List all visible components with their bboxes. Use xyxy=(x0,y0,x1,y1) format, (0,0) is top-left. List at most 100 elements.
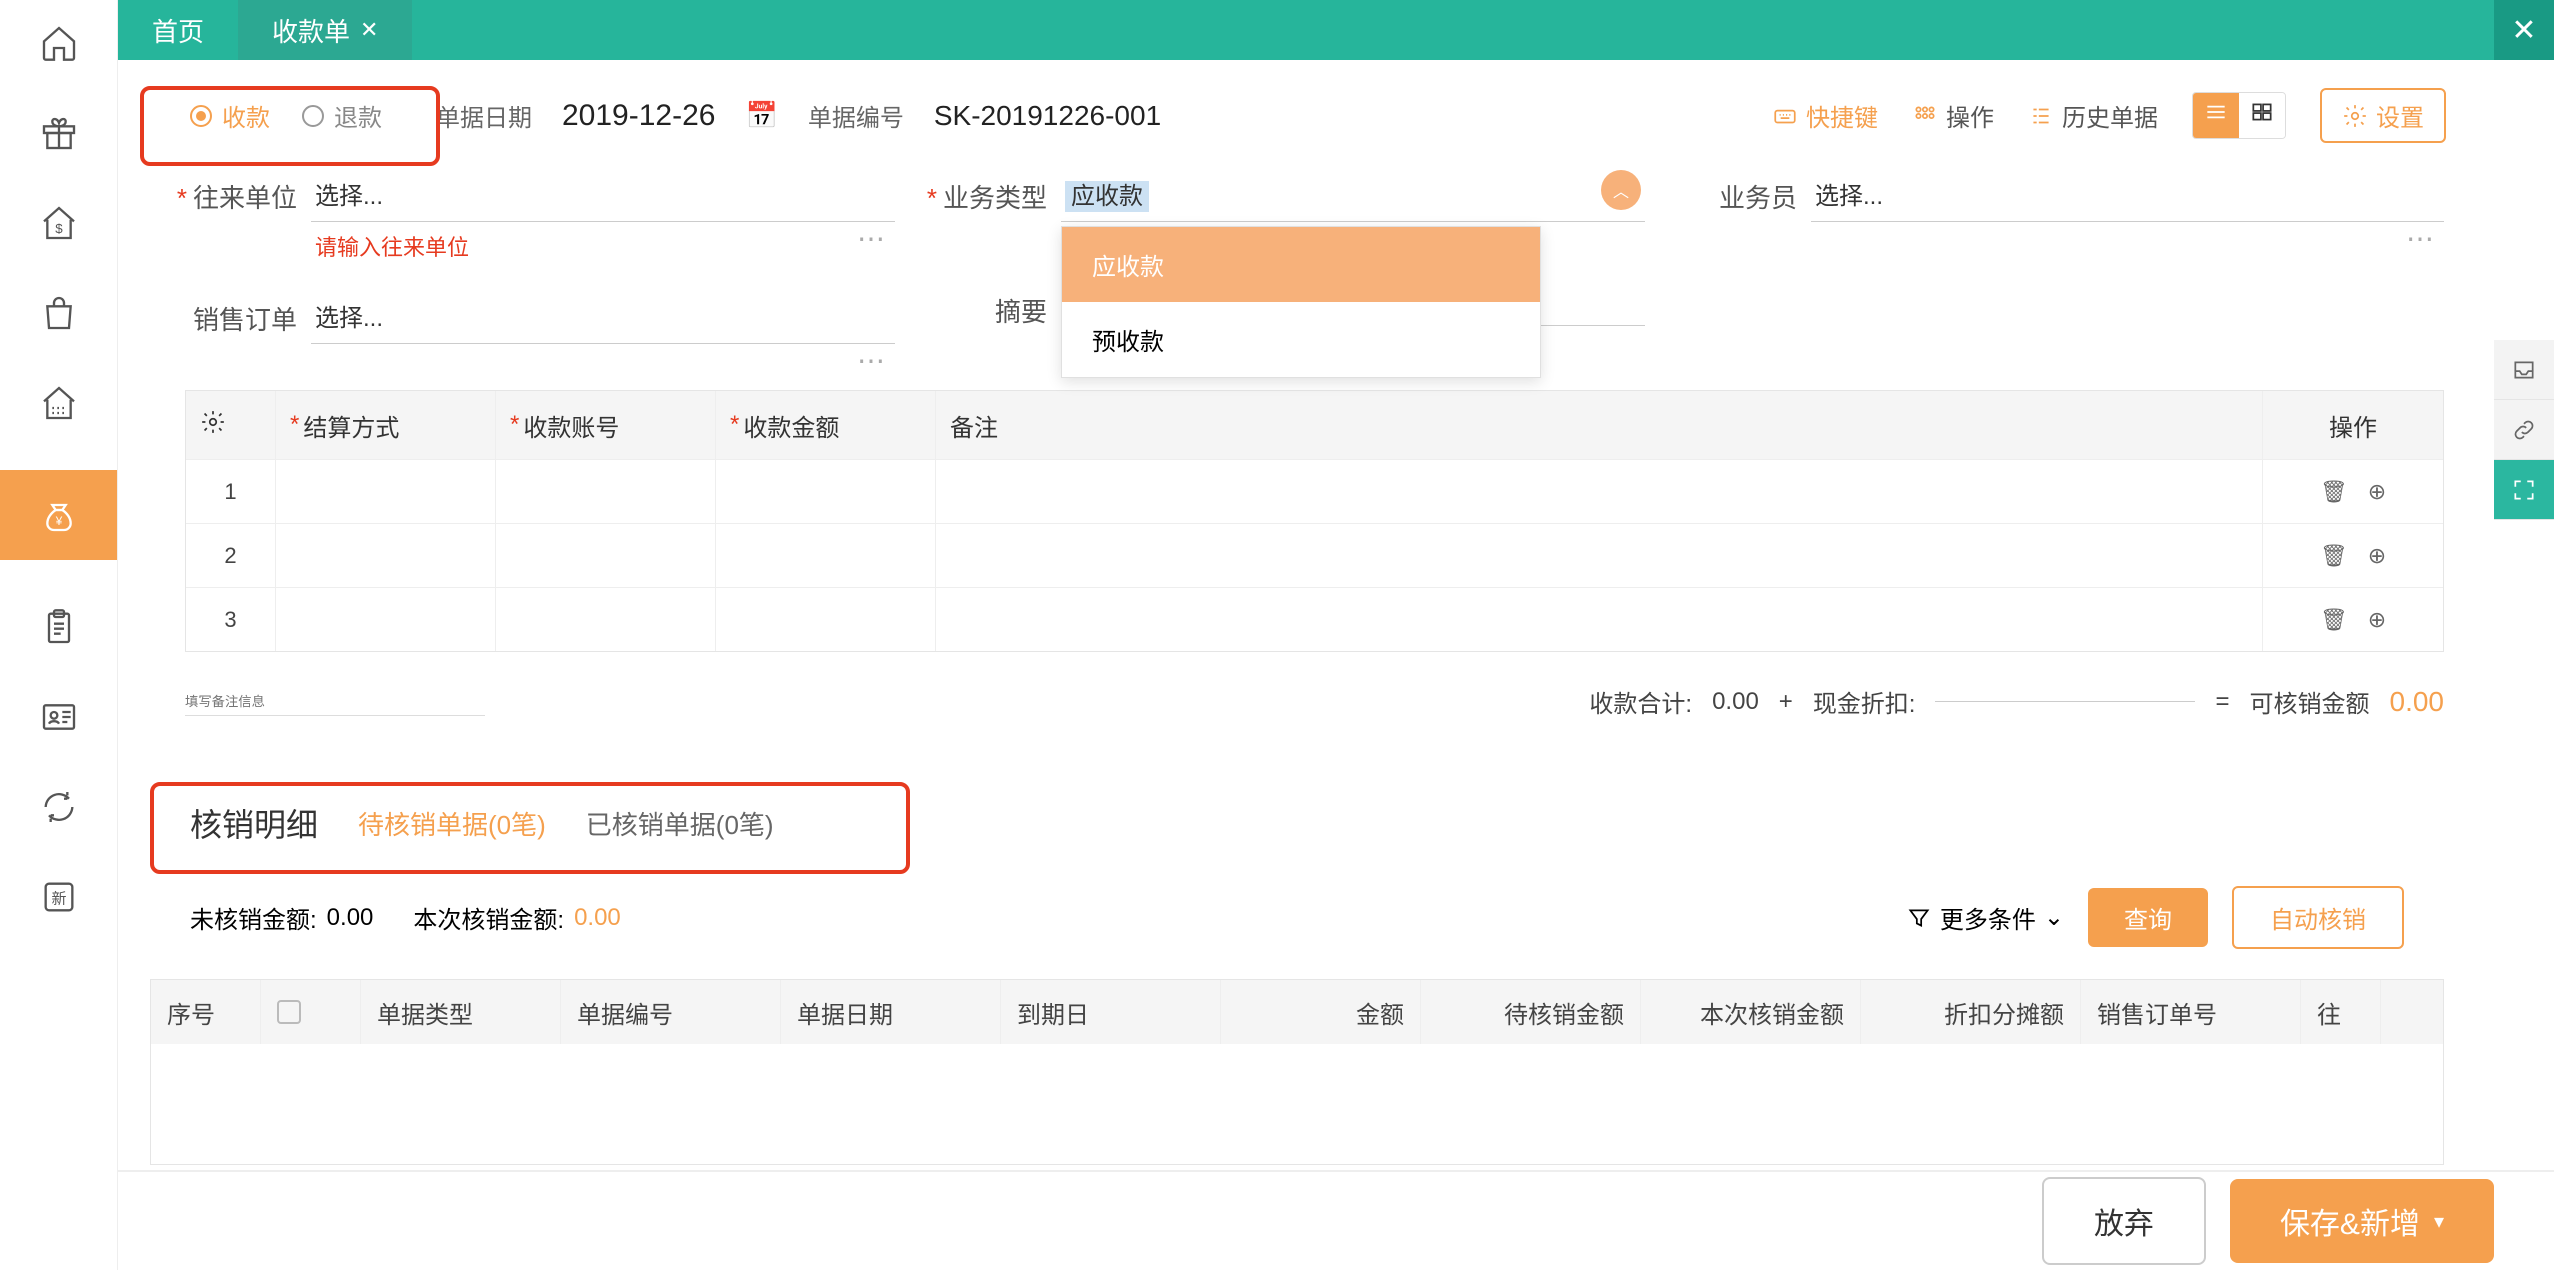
cell-amount[interactable] xyxy=(716,588,936,651)
nav-building-icon[interactable] xyxy=(36,380,82,426)
history-action[interactable]: 历史单据 xyxy=(2028,98,2158,133)
view-list-icon[interactable] xyxy=(2193,93,2239,138)
nav-id-icon[interactable] xyxy=(36,694,82,740)
discard-button[interactable]: 放弃 xyxy=(2042,1177,2206,1265)
col-remark: 备注 xyxy=(950,408,998,443)
biztype-option-advance[interactable]: 预收款 xyxy=(1062,302,1540,377)
this-amt-label: 本次核销金额: xyxy=(413,900,564,935)
cell-account[interactable] xyxy=(496,460,716,523)
cell-settle[interactable] xyxy=(276,460,496,523)
chevron-down-icon[interactable]: ▾ xyxy=(2434,1209,2444,1234)
delete-row-icon[interactable]: 🗑 xyxy=(2320,479,2348,505)
form-area: 往来单位 选择... ⋯ 请输入往来单位 业务类型 应收款 ︿ 应收款 预收款 xyxy=(165,170,2444,374)
close-window-icon[interactable]: ✕ xyxy=(2494,0,2554,60)
rail-link-icon[interactable] xyxy=(2494,400,2554,460)
nav-refresh-icon[interactable] xyxy=(36,784,82,830)
calendar-icon[interactable]: 📅 xyxy=(745,100,777,131)
nav-home-icon[interactable] xyxy=(36,20,82,66)
nav-house-dollar-icon[interactable]: $ xyxy=(36,200,82,246)
rail-inbox-icon[interactable] xyxy=(2494,340,2554,400)
gear-icon xyxy=(2342,103,2368,129)
svg-text:$: $ xyxy=(55,221,63,236)
biztype-option-receivable[interactable]: 应收款 xyxy=(1062,227,1540,302)
table-row: 2 🗑 ⊕ xyxy=(186,523,2443,587)
delete-row-icon[interactable]: 🗑 xyxy=(2320,543,2348,569)
party-error: 请输入往来单位 xyxy=(315,230,895,262)
remark-input[interactable] xyxy=(185,688,485,716)
radio-receive[interactable]: 收款 xyxy=(190,98,270,133)
biztype-select[interactable]: 应收款 xyxy=(1061,170,1645,222)
party-input[interactable]: 选择... xyxy=(311,170,895,222)
date-value[interactable]: 2019-12-26 xyxy=(562,99,715,133)
salesperson-input[interactable]: 选择... xyxy=(1811,170,2444,222)
delete-row-icon[interactable]: 🗑 xyxy=(2320,607,2348,633)
cell-account[interactable] xyxy=(496,588,716,651)
cell-account[interactable] xyxy=(496,524,716,587)
cell-settle[interactable] xyxy=(276,524,496,587)
party-more-icon[interactable]: ⋯ xyxy=(857,222,887,255)
items-table-header: *结算方式 *收款账号 *收款金额 备注 操作 xyxy=(186,391,2443,459)
row-index: 2 xyxy=(186,524,276,587)
plus-sign: + xyxy=(1779,688,1793,716)
items-table: *结算方式 *收款账号 *收款金额 备注 操作 1 🗑⊕ 2 🗑⊕ 3 🗑⊕ xyxy=(185,390,2444,652)
wo-col-pending: 待核销金额 xyxy=(1421,980,1641,1044)
cell-amount[interactable] xyxy=(716,460,936,523)
rail-expand-icon[interactable] xyxy=(2494,460,2554,520)
wo-col-due: 到期日 xyxy=(1001,980,1221,1044)
discount-input[interactable] xyxy=(1935,701,2195,702)
query-button[interactable]: 查询 xyxy=(2088,888,2208,947)
add-row-icon[interactable]: ⊕ xyxy=(2368,543,2386,569)
tab-pending[interactable]: 待核销单据(0笔) xyxy=(358,805,546,842)
tab-done[interactable]: 已核销单据(0笔) xyxy=(586,805,774,842)
operate-action[interactable]: 操作 xyxy=(1912,98,1994,133)
table-row: 3 🗑 ⊕ xyxy=(186,587,2443,651)
list-icon xyxy=(2028,103,2054,129)
col-amount: 收款金额 xyxy=(743,408,839,443)
date-label: 单据日期 xyxy=(436,98,532,133)
nav-clipboard-icon[interactable] xyxy=(36,604,82,650)
salesorder-input[interactable]: 选择... xyxy=(311,292,895,344)
tab-home[interactable]: 首页 xyxy=(118,0,238,60)
cell-remark[interactable] xyxy=(936,588,2263,651)
auto-writeoff-button[interactable]: 自动核销 xyxy=(2232,886,2404,949)
wo-col-type: 单据类型 xyxy=(361,980,561,1044)
radio-refund[interactable]: 退款 xyxy=(302,98,382,133)
salesorder-label: 销售订单 xyxy=(165,300,297,337)
cell-remark[interactable] xyxy=(936,524,2263,587)
salesperson-more-icon[interactable]: ⋯ xyxy=(2406,222,2436,255)
cell-settle[interactable] xyxy=(276,588,496,651)
top-tab-bar: 首页 收款单 ✕ ✕ xyxy=(118,0,2554,60)
more-conditions[interactable]: 更多条件 ⌄ xyxy=(1906,900,2064,935)
avail-label: 可核销金额 xyxy=(2250,684,2370,719)
cell-remark[interactable] xyxy=(936,460,2263,523)
select-all-checkbox[interactable] xyxy=(277,1000,301,1024)
row-index: 3 xyxy=(186,588,276,651)
cell-amount[interactable] xyxy=(716,524,936,587)
nav-money-bag-icon[interactable]: ¥ xyxy=(0,470,117,560)
avail-value: 0.00 xyxy=(2390,686,2445,718)
svg-text:新: 新 xyxy=(51,891,66,908)
table-gear-icon[interactable] xyxy=(200,409,226,442)
tab-receipt[interactable]: 收款单 ✕ xyxy=(238,0,412,60)
add-row-icon[interactable]: ⊕ xyxy=(2368,607,2386,633)
filter-icon xyxy=(1906,905,1932,931)
nav-new-icon[interactable]: 新 xyxy=(36,874,82,920)
save-and-new-button[interactable]: 保存&新增▾ xyxy=(2230,1179,2494,1263)
settings-button[interactable]: 设置 xyxy=(2320,88,2446,143)
wo-col-index: 序号 xyxy=(151,980,261,1044)
close-tab-icon[interactable]: ✕ xyxy=(360,17,378,43)
wo-col-party: 往 xyxy=(2301,980,2381,1044)
party-label: 往来单位 xyxy=(165,178,297,215)
shortcut-action[interactable]: 快捷键 xyxy=(1772,98,1878,133)
wo-col-date: 单据日期 xyxy=(781,980,1001,1044)
writeoff-table: 序号 单据类型 单据编号 单据日期 到期日 金额 待核销金额 本次核销金额 折扣… xyxy=(150,979,2444,1165)
document-header: 收款 退款 单据日期 2019-12-26 📅 单据编号 SK-20191226… xyxy=(118,60,2494,163)
view-card-icon[interactable] xyxy=(2239,93,2285,138)
table-row: 1 🗑⊕ xyxy=(186,459,2443,523)
salesorder-more-icon[interactable]: ⋯ xyxy=(857,344,887,377)
nav-gift-icon[interactable] xyxy=(36,110,82,156)
wo-col-amount: 金额 xyxy=(1221,980,1421,1044)
add-row-icon[interactable]: ⊕ xyxy=(2368,479,2386,505)
nav-bag-icon[interactable] xyxy=(36,290,82,336)
chevron-up-icon[interactable]: ︿ xyxy=(1601,170,1641,210)
